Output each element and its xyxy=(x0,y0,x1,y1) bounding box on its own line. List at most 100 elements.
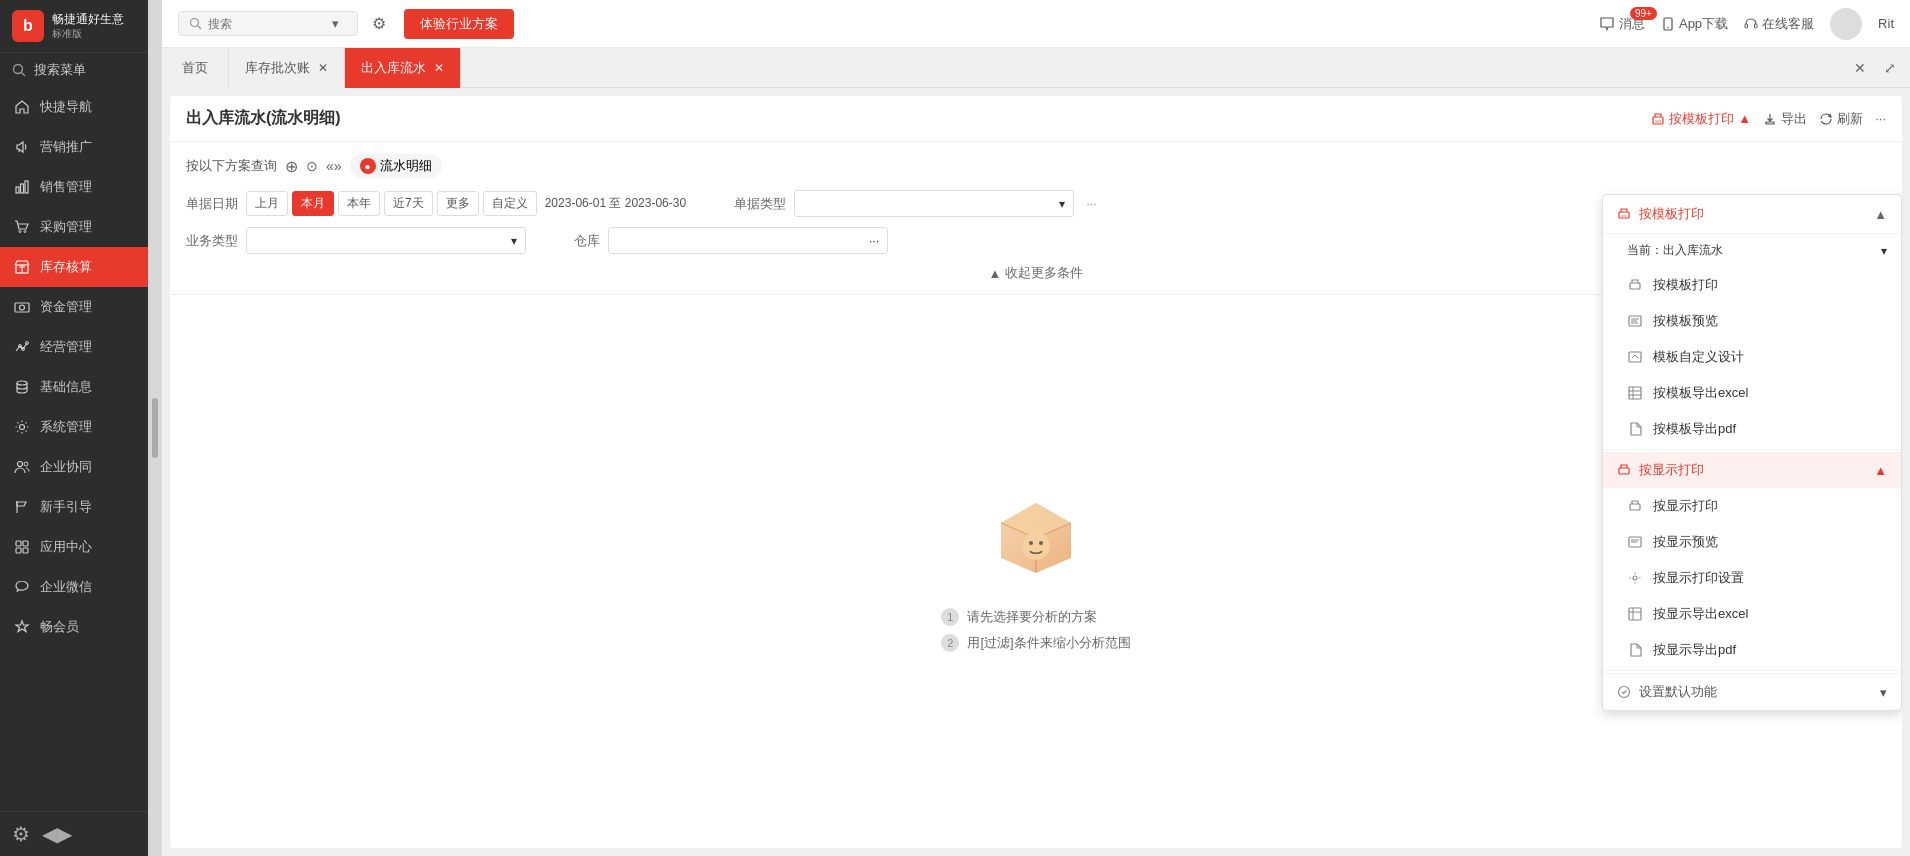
sidebar-item-purchase[interactable]: 采购管理 xyxy=(0,207,148,247)
window-maximize-btn[interactable]: ⤢ xyxy=(1878,56,1902,80)
filter-settings-btn[interactable]: ⊙ xyxy=(306,158,318,174)
dp-item-template-excel[interactable]: 按模板导出excel xyxy=(1603,375,1901,411)
biz-type-label: 业务类型 xyxy=(186,232,238,250)
svg-rect-30 xyxy=(1755,24,1758,28)
main-content: ▾ ⚙ 体验行业方案 消息 99+ App下载 xyxy=(162,0,1910,856)
collapse-sidebar-btn[interactable]: ◀▶ xyxy=(42,822,72,846)
topbar-message-btn[interactable]: 消息 99+ xyxy=(1599,15,1645,33)
more-actions-btn[interactable]: ··· xyxy=(1875,111,1886,126)
search-icon xyxy=(12,63,26,77)
refresh-btn[interactable]: 刷新 xyxy=(1819,110,1863,128)
sidebar-item-system[interactable]: 系统管理 xyxy=(0,407,148,447)
sidebar-search[interactable]: 搜索菜单 xyxy=(0,53,148,87)
dp-item-display-excel[interactable]: 按显示导出excel xyxy=(1603,596,1901,632)
topbar-search-dropdown[interactable]: ▾ xyxy=(332,16,339,31)
dp-divider xyxy=(1603,449,1901,450)
sidebar-item-marketing[interactable]: 营销推广 xyxy=(0,127,148,167)
svg-point-39 xyxy=(1029,541,1033,545)
tab-batch-account[interactable]: 库存批次账 ✕ xyxy=(229,48,345,88)
sidebar: b 畅捷通好生意 标准版 搜索菜单 快捷导航 xyxy=(0,0,148,856)
sidebar-item-sales[interactable]: 销售管理 xyxy=(0,167,148,207)
svg-rect-48 xyxy=(1629,352,1641,362)
biz-type-select[interactable]: ▾ xyxy=(246,227,526,254)
filter-collapse-btn[interactable]: «» xyxy=(326,158,342,174)
sidebar-item-inventory[interactable]: 库存核算 xyxy=(0,247,148,287)
date-field: 单据日期 上月 本月 本年 近7天 更多 自定义 2023-06-01 至 20… xyxy=(186,191,686,216)
logo-text: 畅捷通好生意 标准版 xyxy=(52,11,124,42)
svg-rect-59 xyxy=(1629,608,1641,620)
svg-rect-27 xyxy=(1664,18,1672,30)
printer-icon xyxy=(1651,112,1665,126)
dp-current-selection[interactable]: 当前：出入库流水 ▾ xyxy=(1603,234,1901,267)
filter-label: 按以下方案查询 xyxy=(186,157,277,175)
topbar-right: 消息 99+ App下载 在线客服 xyxy=(1599,8,1894,40)
dp-item-display-print-settings[interactable]: 按显示打印设置 xyxy=(1603,560,1901,596)
dp-printer-icon xyxy=(1617,207,1631,221)
dp-item-template-pdf[interactable]: 按模板导出pdf xyxy=(1603,411,1901,447)
money-icon xyxy=(14,299,30,315)
doc-type-more-btn[interactable]: ··· xyxy=(1086,196,1097,211)
sidebar-item-operation[interactable]: 经营管理 xyxy=(0,327,148,367)
flag-icon xyxy=(14,499,30,515)
date-btn-this-month[interactable]: 本月 xyxy=(292,191,334,216)
svg-line-1 xyxy=(22,73,26,77)
sidebar-item-wechat[interactable]: 企业微信 xyxy=(0,567,148,607)
dp-item-display-preview[interactable]: 按显示预览 xyxy=(1603,524,1901,560)
sidebar-item-finance[interactable]: 资金管理 xyxy=(0,287,148,327)
warehouse-label: 仓库 xyxy=(574,232,600,250)
username-label[interactable]: Rit xyxy=(1878,16,1894,31)
dp-footer-default-fn[interactable]: 设置默认功能 ▾ xyxy=(1603,673,1901,710)
tab-inout-flow[interactable]: 出入库流水 ✕ xyxy=(345,48,461,88)
dp-item-display-pdf[interactable]: 按显示导出pdf xyxy=(1603,632,1901,668)
doc-type-field: 单据类型 ▾ ··· xyxy=(734,190,1097,217)
dp-display-print-icon xyxy=(1627,498,1643,514)
topbar-online-service-btn[interactable]: 在线客服 xyxy=(1744,15,1814,33)
industry-solution-btn[interactable]: 体验行业方案 xyxy=(404,9,514,39)
tab-home[interactable]: 首页 xyxy=(162,48,229,88)
export-btn[interactable]: 导出 xyxy=(1763,110,1807,128)
sidebar-item-guide[interactable]: 新手引导 xyxy=(0,487,148,527)
topbar-gear-icon[interactable]: ⚙ xyxy=(372,14,386,33)
dp-default-fn-icon xyxy=(1617,685,1631,699)
filter-add-btn[interactable]: ⊕ xyxy=(285,157,298,176)
date-btn-more[interactable]: 更多 xyxy=(437,191,479,216)
date-btn-last7[interactable]: 近7天 xyxy=(384,191,433,216)
sidebar-item-appcenter[interactable]: 应用中心 xyxy=(0,527,148,567)
topbar-search-input[interactable] xyxy=(208,17,328,31)
svg-rect-24 xyxy=(23,548,28,553)
settings-bottom-btn[interactable]: ⚙ xyxy=(12,822,30,846)
dp-item-display-print[interactable]: 按显示打印 xyxy=(1603,488,1901,524)
date-btn-last-month[interactable]: 上月 xyxy=(246,191,288,216)
sidebar-item-basic[interactable]: 基础信息 xyxy=(0,367,148,407)
svg-rect-11 xyxy=(15,303,29,312)
dp-display-section-title: 按显示打印 xyxy=(1617,461,1704,479)
topbar-search-box[interactable]: ▾ xyxy=(178,11,358,36)
empty-steps: 1 请先选择要分析的方案 2 用[过滤]条件来缩小分析范围 xyxy=(941,604,1130,656)
print-template-btn[interactable]: 按模板打印 ▲ xyxy=(1651,110,1751,128)
sidebar-item-quick-nav[interactable]: 快捷导航 xyxy=(0,87,148,127)
sidebar-scrollbar[interactable] xyxy=(148,0,162,856)
megaphone-icon xyxy=(14,139,30,155)
sidebar-item-member[interactable]: 畅会员 xyxy=(0,607,148,647)
svg-point-58 xyxy=(1633,576,1637,580)
date-btn-this-year[interactable]: 本年 xyxy=(338,191,380,216)
topbar-app-download-btn[interactable]: App下载 xyxy=(1661,15,1728,33)
doc-type-select[interactable]: ▾ xyxy=(794,190,1074,217)
dp-item-template-design[interactable]: 模板自定义设计 xyxy=(1603,339,1901,375)
dp-item-template-print[interactable]: 按模板打印 xyxy=(1603,267,1901,303)
date-btn-custom[interactable]: 自定义 xyxy=(483,191,537,216)
window-close-btn[interactable]: ✕ xyxy=(1848,56,1872,80)
dp-header-arrow[interactable]: ▲ xyxy=(1874,207,1887,222)
tab-inout-flow-close[interactable]: ✕ xyxy=(434,61,444,75)
svg-point-16 xyxy=(17,381,27,385)
page-actions: 按模板打印 ▲ 导出 xyxy=(1651,110,1886,128)
svg-point-62 xyxy=(1619,687,1630,698)
user-avatar[interactable] xyxy=(1830,8,1862,40)
dp-item-template-preview[interactable]: 按模板预览 xyxy=(1603,303,1901,339)
message-icon xyxy=(1599,16,1615,32)
dp-display-section-header[interactable]: 按显示打印 ▲ xyxy=(1603,452,1901,488)
svg-rect-42 xyxy=(1621,215,1627,217)
tab-batch-account-close[interactable]: ✕ xyxy=(318,61,328,75)
warehouse-select[interactable]: ··· xyxy=(608,227,888,254)
sidebar-item-collab[interactable]: 企业协同 xyxy=(0,447,148,487)
